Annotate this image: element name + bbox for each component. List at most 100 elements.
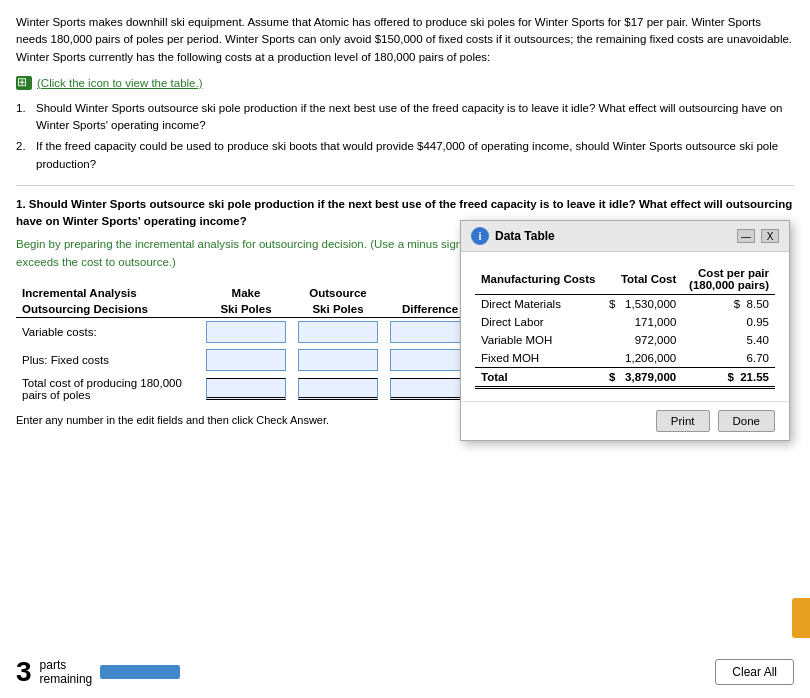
- parts-number: 3: [16, 656, 32, 688]
- col-header-1: Incremental Analysis: [16, 285, 200, 301]
- instruction-text: Begin by preparing the incremental analy…: [16, 238, 367, 250]
- parts-remaining: 3 parts remaining: [16, 656, 180, 688]
- done-button[interactable]: Done: [718, 410, 776, 432]
- table-row: Plus: Fixed costs: [16, 346, 476, 374]
- parts-label2: remaining: [40, 672, 93, 686]
- row-fmoh-label: Fixed MOH: [475, 349, 602, 368]
- row-1-outsource-input[interactable]: [298, 321, 378, 343]
- question-1: 1. Should Winter Sports outsource ski po…: [16, 100, 794, 135]
- row-vmoh-total: 972,000: [602, 331, 682, 349]
- questions-section: 1. Should Winter Sports outsource ski po…: [16, 100, 794, 173]
- row-vmoh-label: Variable MOH: [475, 331, 602, 349]
- data-table-row: Fixed MOH 1,206,000 6.70: [475, 349, 775, 368]
- modal-header-left: i Data Table: [471, 227, 555, 245]
- row-1-make-cell: [200, 317, 292, 346]
- row-3-diff-input[interactable]: [390, 378, 470, 400]
- row-dm-totalcost: 1,530,000: [625, 298, 676, 310]
- footer: 3 parts remaining Clear All: [0, 646, 810, 698]
- total-cpp: $ 21.55: [682, 368, 775, 388]
- row-fmoh-total: 1,206,000: [602, 349, 682, 368]
- row-dm-cost: 8.50: [747, 298, 769, 310]
- parts-label-block: parts remaining: [40, 658, 93, 686]
- total-amount: 3,879,000: [625, 371, 676, 383]
- row-dm-label: Direct Materials: [475, 295, 602, 314]
- row-3-outsource-input[interactable]: [298, 378, 378, 400]
- data-col-3-subheader: (180,000 pairs): [689, 279, 769, 291]
- col-subheader-1: Outsourcing Decisions: [16, 301, 200, 318]
- row-2-make-cell: [200, 346, 292, 374]
- row-1-label: Variable costs:: [16, 317, 200, 346]
- row-fmoh-cost: 6.70: [747, 352, 769, 364]
- modal-controls: — X: [737, 229, 779, 243]
- row-1-make-input[interactable]: [206, 321, 286, 343]
- row-2-outsource-input[interactable]: [298, 349, 378, 371]
- intro-text: Winter Sports makes downhill ski equipme…: [16, 14, 794, 66]
- row-dm-dollar2: $: [734, 298, 740, 310]
- col-header-2: Make: [200, 285, 292, 301]
- row-3-outsource-cell: [292, 374, 384, 404]
- clear-all-button[interactable]: Clear All: [715, 659, 794, 685]
- question-2-text: If the freed capacity could be used to p…: [36, 138, 794, 173]
- progress-bar: [100, 665, 180, 679]
- row-3-make-input[interactable]: [206, 378, 286, 400]
- row-3-label: Total cost of producing 180,000 pairs of…: [16, 374, 200, 404]
- row-fmoh-cpp: 6.70: [682, 349, 775, 368]
- row-3-make-cell: [200, 374, 292, 404]
- data-table-modal: i Data Table — X Manufacturing Costs Tot…: [460, 220, 790, 441]
- row-vmoh-cpp: 5.40: [682, 331, 775, 349]
- modal-title: Data Table: [495, 229, 555, 243]
- table-link[interactable]: (Click the icon to view the table.): [16, 76, 794, 90]
- row-1-diff-input[interactable]: [390, 321, 470, 343]
- data-col-3-header: Cost per pair (180,000 pairs): [682, 264, 775, 295]
- data-table-total-row: Total $ 3,879,000 $ 21.55: [475, 368, 775, 388]
- question-1-num: 1.: [16, 100, 30, 135]
- col-subheader-3: Ski Poles: [292, 301, 384, 318]
- question-2: 2. If the freed capacity could be used t…: [16, 138, 794, 173]
- table-row: Variable costs:: [16, 317, 476, 346]
- row-1-outsource-cell: [292, 317, 384, 346]
- minimize-button[interactable]: —: [737, 229, 755, 243]
- modal-body: Manufacturing Costs Total Cost Cost per …: [461, 252, 789, 401]
- analysis-table: Incremental Analysis Make Outsource Outs…: [16, 285, 476, 404]
- row-fmoh-totalcost: 1,206,000: [625, 352, 676, 364]
- col-subheader-2: Ski Poles: [200, 301, 292, 318]
- row-dl-cpp: 0.95: [682, 313, 775, 331]
- row-dm-cpp: $ 8.50: [682, 295, 775, 314]
- data-col-2-header: Total Cost: [602, 264, 682, 295]
- row-2-label: Plus: Fixed costs: [16, 346, 200, 374]
- total-cost-pair: 21.55: [740, 371, 769, 383]
- row-vmoh-totalcost: 972,000: [635, 334, 677, 346]
- parts-label1: parts: [40, 658, 93, 672]
- table-icon: [16, 76, 32, 90]
- divider: [16, 185, 794, 186]
- col-header-3: Outsource: [292, 285, 384, 301]
- row-dm-total: $ 1,530,000: [602, 295, 682, 314]
- print-button[interactable]: Print: [656, 410, 710, 432]
- data-col-3-header-text: Cost per pair: [698, 267, 769, 279]
- total-label: Total: [475, 368, 602, 388]
- question-2-num: 2.: [16, 138, 30, 173]
- row-2-make-input[interactable]: [206, 349, 286, 371]
- data-col-1-header: Manufacturing Costs: [475, 264, 602, 295]
- row-dl-total: 171,000: [602, 313, 682, 331]
- data-table-row: Direct Materials $ 1,530,000 $ 8.50: [475, 295, 775, 314]
- row-dl-totalcost: 171,000: [635, 316, 677, 328]
- row-2-outsource-cell: [292, 346, 384, 374]
- row-2-diff-input[interactable]: [390, 349, 470, 371]
- main-content: Winter Sports makes downhill ski equipme…: [0, 0, 810, 698]
- row-dl-label: Direct Labor: [475, 313, 602, 331]
- data-table-row: Variable MOH 972,000 5.40: [475, 331, 775, 349]
- table-row: Total cost of producing 180,000 pairs of…: [16, 374, 476, 404]
- data-table-row: Direct Labor 171,000 0.95: [475, 313, 775, 331]
- row-dl-cost: 0.95: [747, 316, 769, 328]
- close-button[interactable]: X: [761, 229, 779, 243]
- table-link-label: (Click the icon to view the table.): [37, 77, 203, 89]
- question-1-text: Should Winter Sports outsource ski pole …: [36, 100, 794, 135]
- total-dollar1: $: [609, 371, 615, 383]
- modal-header: i Data Table — X: [461, 221, 789, 252]
- row-dm-dollar: $: [609, 298, 615, 310]
- info-icon: i: [471, 227, 489, 245]
- modal-footer: Print Done: [461, 401, 789, 440]
- row-vmoh-cost: 5.40: [747, 334, 769, 346]
- total-cost: $ 3,879,000: [602, 368, 682, 388]
